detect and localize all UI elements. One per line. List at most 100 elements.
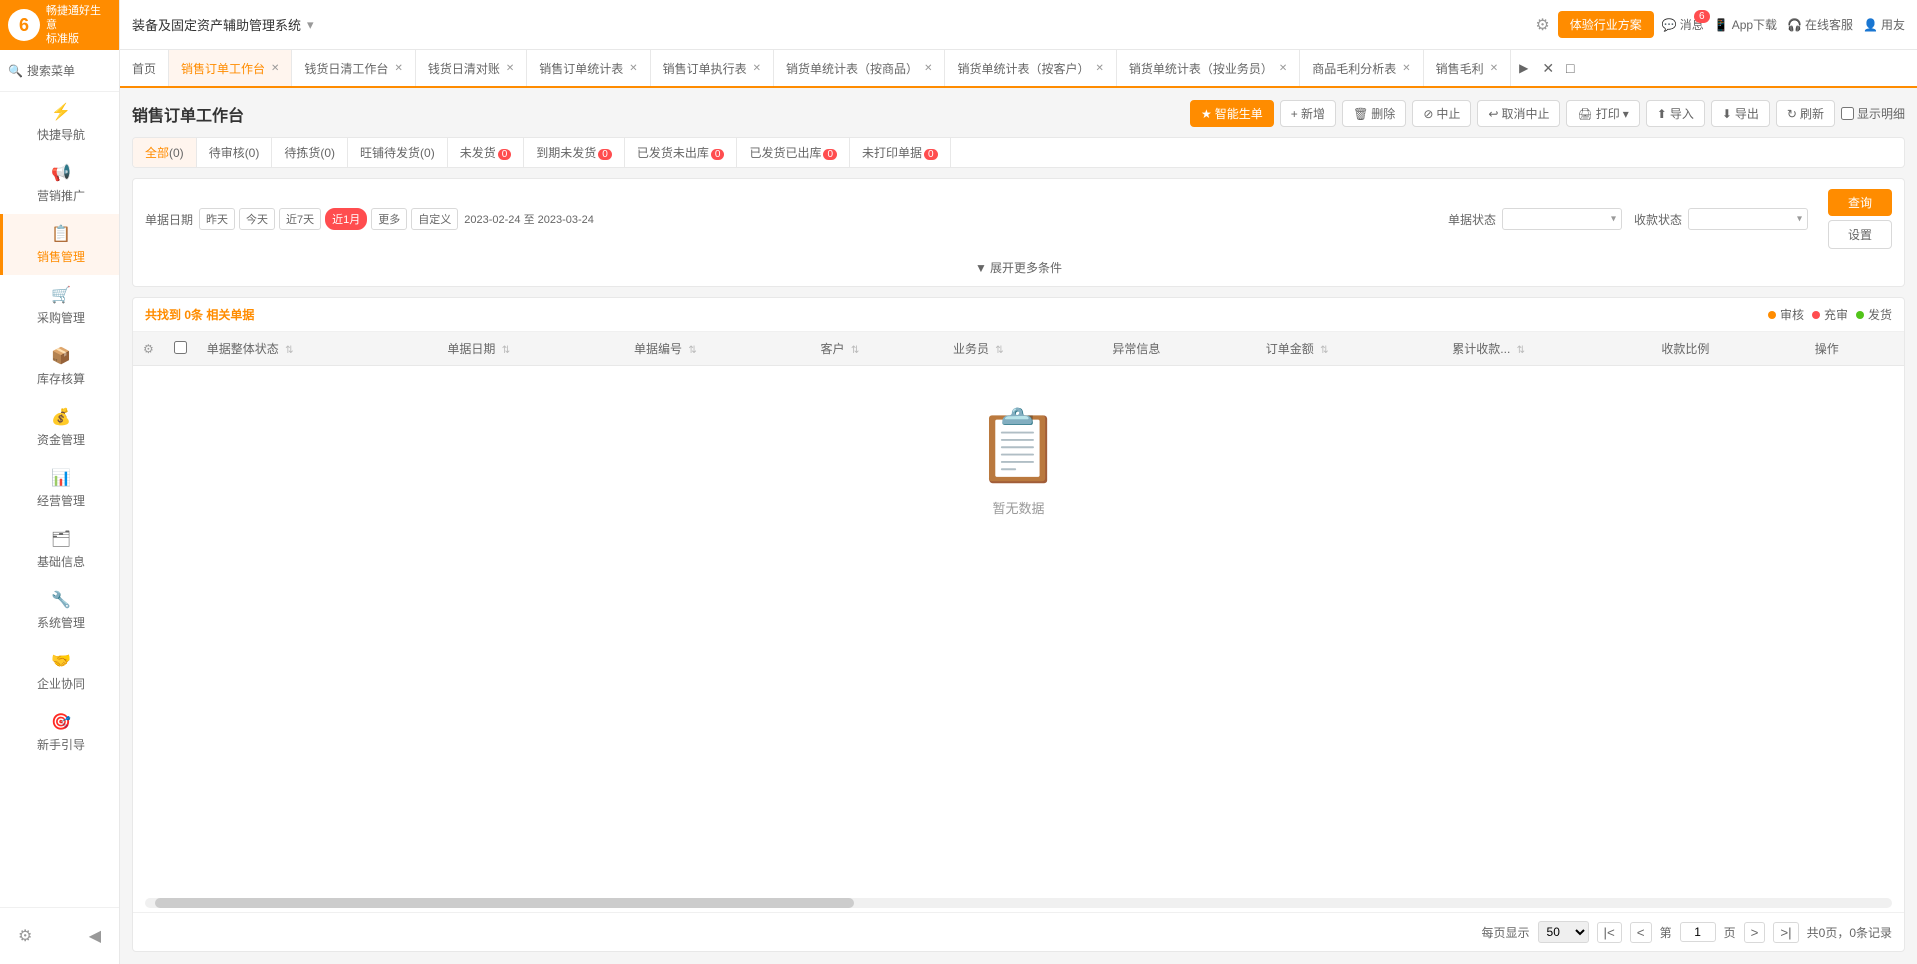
tab-sales-stats-staff[interactable]: 销货单统计表（按业务员） ✕ [1117, 50, 1300, 87]
sub-tab-not-shipped[interactable]: 未发货0 [448, 138, 525, 167]
user-btn[interactable]: 👤 用友 [1863, 16, 1905, 33]
tab-product-margin-close[interactable]: ✕ [1402, 63, 1410, 74]
tab-order-exec-close[interactable]: ✕ [753, 63, 761, 74]
scrollbar-thumb[interactable] [155, 898, 854, 908]
sub-tab-wangpu-pending[interactable]: 旺铺待发货(0) [348, 138, 448, 167]
tab-unpin-btn[interactable]: ✕ [1536, 60, 1560, 77]
print-btn[interactable]: 🖨 打印 ▾ [1566, 100, 1639, 127]
th-amount: 订单金额 ⇅ [1256, 332, 1443, 366]
sub-tab-all[interactable]: 全部(0) [133, 138, 197, 167]
tab-home[interactable]: 首页 [120, 50, 169, 87]
industry-btn[interactable]: 体验行业方案 [1558, 11, 1654, 38]
tab-order-exec[interactable]: 销售订单执行表 ✕ [651, 50, 774, 87]
th-checkbox[interactable] [164, 332, 197, 366]
page-size-select[interactable]: 20 50 100 [1538, 921, 1589, 943]
sort-customer-icon[interactable]: ⇅ [851, 345, 859, 356]
tab-cash-reconcile[interactable]: 钱货日清对账 ✕ [416, 50, 527, 87]
sub-tab-pending-review[interactable]: 待审核(0) [197, 138, 273, 167]
prev-page-btn[interactable]: < [1630, 922, 1652, 943]
import-btn[interactable]: ⬆ 导入 [1646, 100, 1705, 127]
sidebar-item-system[interactable]: 🔧 系统管理 [0, 580, 119, 641]
unreview-action-btn[interactable]: 充审 [1812, 306, 1848, 323]
tab-sales-order[interactable]: 销售订单工作台 ✕ [169, 50, 292, 88]
sidebar-item-purchase[interactable]: 🛒 采购管理 [0, 275, 119, 336]
sidebar-item-inventory[interactable]: 📦 库存核算 [0, 336, 119, 397]
tab-cash-clear-close[interactable]: ✕ [394, 63, 402, 74]
delete-btn[interactable]: 🗑 删除 [1342, 100, 1406, 127]
th-settings[interactable]: ⚙ [133, 332, 164, 366]
sub-tab-shipped-not-out[interactable]: 已发货未出库0 [625, 138, 738, 167]
query-btn[interactable]: 查询 [1828, 189, 1892, 216]
sidebar-item-management[interactable]: 📊 经营管理 [0, 458, 119, 519]
show-detail-checkbox[interactable]: 显示明细 [1841, 105, 1905, 122]
set-btn[interactable]: 设置 [1828, 220, 1892, 249]
tab-sales-stats-product[interactable]: 销货单统计表（按商品） ✕ [774, 50, 945, 87]
refresh-btn[interactable]: ↻ 刷新 [1776, 100, 1835, 127]
online-service-btn[interactable]: 🎧 在线客服 [1787, 16, 1853, 33]
date-btn-1month[interactable]: 近1月 [325, 208, 367, 230]
sidebar-item-sales[interactable]: 📋 销售管理 [0, 214, 119, 275]
table-scroll-container[interactable]: ⚙ 单据整体状态 ⇅ 单据日期 ⇅ 单据编号 [133, 332, 1904, 894]
payment-select[interactable] [1688, 208, 1808, 230]
first-page-btn[interactable]: |< [1597, 922, 1622, 943]
search-menu-button[interactable]: 🔍 搜索菜单 [8, 58, 111, 83]
tab-product-margin[interactable]: 商品毛利分析表 ✕ [1300, 50, 1423, 87]
settings-icon-btn[interactable]: ⚙ [1535, 15, 1549, 35]
date-btn-today[interactable]: 今天 [239, 208, 275, 230]
sub-tab-overdue-not-shipped[interactable]: 到期未发货0 [524, 138, 625, 167]
sort-amount-icon[interactable]: ⇅ [1320, 345, 1328, 356]
tab-cash-reconcile-close[interactable]: ✕ [506, 63, 514, 74]
sort-status-icon[interactable]: ⇅ [285, 345, 293, 356]
export-btn[interactable]: ⬇ 导出 [1711, 100, 1770, 127]
tab-order-stats[interactable]: 销售订单统计表 ✕ [527, 50, 650, 87]
review-action-btn[interactable]: 审核 [1768, 306, 1804, 323]
next-page-btn[interactable]: > [1744, 922, 1766, 943]
tab-sales-margin[interactable]: 销售毛利 ✕ [1424, 50, 1511, 87]
stop-btn[interactable]: ⊘ 中止 [1412, 100, 1471, 127]
tab-sales-stats-product-label: 销货单统计表（按商品） [786, 60, 918, 77]
tab-more-btn[interactable]: ▶ [1511, 61, 1536, 75]
ship-action-btn[interactable]: 发货 [1856, 306, 1892, 323]
tab-sales-stats-staff-close[interactable]: ✕ [1279, 63, 1287, 74]
date-btn-yesterday[interactable]: 昨天 [199, 208, 235, 230]
page-input[interactable] [1680, 922, 1716, 942]
tab-sales-stats-product-close[interactable]: ✕ [924, 63, 932, 74]
tab-sales-stats-customer[interactable]: 销货单统计表（按客户） ✕ [945, 50, 1116, 87]
horizontal-scrollbar[interactable] [145, 898, 1892, 908]
sub-tab-not-printed[interactable]: 未打印单据0 [850, 138, 951, 167]
date-btn-7days[interactable]: 近7天 [279, 208, 321, 230]
app-download-btn[interactable]: 📱 App下载 [1714, 16, 1777, 33]
message-btn[interactable]: 💬 消息 6 [1662, 16, 1704, 33]
sidebar-settings-btn[interactable]: ⚙ [8, 916, 42, 956]
sidebar-item-promo[interactable]: 📢 营销推广 [0, 153, 119, 214]
status-select[interactable] [1502, 208, 1622, 230]
date-btn-custom[interactable]: 自定义 [411, 208, 458, 230]
sidebar-item-guide[interactable]: 🎯 新手引导 [0, 702, 119, 763]
select-all-checkbox[interactable] [174, 341, 187, 354]
sort-number-icon[interactable]: ⇅ [688, 345, 696, 356]
sidebar-collapse-btn[interactable]: ◀ [79, 916, 111, 956]
tab-cash-clear[interactable]: 钱货日清工作台 ✕ [292, 50, 415, 87]
new-btn[interactable]: + 新增 [1280, 100, 1336, 127]
expand-filter-btn[interactable]: ▼ 展开更多条件 [975, 259, 1062, 276]
sort-staff-icon[interactable]: ⇅ [995, 345, 1003, 356]
last-page-btn[interactable]: >| [1773, 922, 1798, 943]
tab-sales-order-close[interactable]: ✕ [271, 63, 279, 74]
cancel-stop-btn[interactable]: ↩ 取消中止 [1477, 100, 1560, 127]
tab-order-stats-close[interactable]: ✕ [629, 63, 637, 74]
sidebar-item-finance[interactable]: 💰 资金管理 [0, 397, 119, 458]
smart-create-btn[interactable]: ★ 智能生单 [1190, 100, 1274, 127]
tab-restore-btn[interactable]: □ [1560, 60, 1580, 76]
show-detail-input[interactable] [1841, 107, 1854, 120]
sort-accumulated-icon[interactable]: ⇅ [1517, 345, 1525, 356]
sort-date-icon[interactable]: ⇅ [502, 345, 510, 356]
sidebar-item-quick[interactable]: ⚡ 快捷导航 [0, 92, 119, 153]
sub-tab-shipped-out[interactable]: 已发货已出库0 [737, 138, 850, 167]
sidebar-item-corp[interactable]: 🤝 企业协同 [0, 641, 119, 702]
tab-sales-margin-close[interactable]: ✕ [1490, 63, 1498, 74]
tab-sales-stats-customer-close[interactable]: ✕ [1095, 63, 1103, 74]
sub-tab-pending-pick[interactable]: 待拣货(0) [272, 138, 348, 167]
sidebar-item-basic[interactable]: 🗂 基础信息 [0, 519, 119, 580]
system-title-dropdown[interactable]: ▾ [307, 17, 314, 33]
date-btn-more[interactable]: 更多 [371, 208, 407, 230]
